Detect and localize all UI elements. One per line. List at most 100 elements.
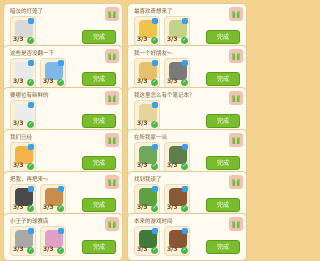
required-item: 3/3 ✓ <box>164 184 190 214</box>
quest-card: 最喜欢奇想来了 3/3 ✓ 3/3 ✓ 完成 <box>127 3 247 51</box>
required-item: 3/3 ✓ <box>134 184 160 214</box>
quantity-marker-icon <box>58 60 64 66</box>
gift-icon <box>229 91 243 105</box>
item-count: 3/3 <box>13 36 24 43</box>
required-item: 3/3 ✓ <box>10 58 36 88</box>
item-count: 3/3 <box>167 246 178 253</box>
check-icon: ✓ <box>181 37 188 44</box>
item-count: 3/3 <box>137 120 148 127</box>
item-count: 3/3 <box>137 78 148 85</box>
check-icon: ✓ <box>151 163 158 170</box>
complete-button[interactable]: 完成 <box>82 240 116 254</box>
required-item: 3/3 ✓ <box>134 100 160 130</box>
quantity-marker-icon <box>152 228 158 234</box>
quantity-marker-icon <box>152 186 158 192</box>
quest-title: 在所我家一派 <box>134 135 168 141</box>
gift-icon <box>229 217 243 231</box>
quest-items: 3/3 ✓ <box>10 142 36 174</box>
check-icon: ✓ <box>151 205 158 212</box>
item-count: 3/3 <box>167 162 178 169</box>
check-icon: ✓ <box>57 205 64 212</box>
quest-card: 我一个好朋友～ 3/3 ✓ 3/3 ✓ 完成 <box>127 45 247 93</box>
required-item: 3/3 ✓ <box>10 100 36 130</box>
check-icon: ✓ <box>27 37 34 44</box>
gift-icon <box>229 7 243 21</box>
quest-items: 3/3 ✓ 3/3 ✓ <box>10 184 66 216</box>
gift-icon <box>229 133 243 147</box>
gift-icon <box>105 91 119 105</box>
quantity-marker-icon <box>152 18 158 24</box>
item-count: 3/3 <box>13 204 24 211</box>
complete-button[interactable]: 完成 <box>82 72 116 86</box>
check-icon: ✓ <box>151 121 158 128</box>
complete-button[interactable]: 完成 <box>206 72 240 86</box>
quest-items: 3/3 ✓ <box>134 100 160 132</box>
quest-items: 3/3 ✓ 3/3 ✓ <box>134 58 190 90</box>
complete-button[interactable]: 完成 <box>82 114 116 128</box>
quest-card: 暗淡的灯笼了 3/3 ✓ 完成 <box>3 3 123 51</box>
quantity-marker-icon <box>28 60 34 66</box>
item-count: 3/3 <box>13 78 24 85</box>
quantity-marker-icon <box>152 60 158 66</box>
gift-icon <box>105 217 119 231</box>
quest-items: 3/3 ✓ 3/3 ✓ <box>10 58 66 90</box>
quest-items: 3/3 ✓ 3/3 ✓ <box>10 226 66 258</box>
check-icon: ✓ <box>181 247 188 254</box>
required-item: 3/3 ✓ <box>10 184 36 214</box>
required-item: 3/3 ✓ <box>10 226 36 256</box>
quest-title: 这些是否没翻一下 <box>10 51 55 57</box>
check-icon: ✓ <box>27 163 34 170</box>
required-item: 3/3 ✓ <box>134 16 160 46</box>
quest-items: 3/3 ✓ <box>10 100 36 132</box>
quest-items: 3/3 ✓ 3/3 ✓ <box>134 184 190 216</box>
complete-button[interactable]: 完成 <box>206 198 240 212</box>
quest-grid: 暗淡的灯笼了 3/3 ✓ 完成 最喜欢奇想来了 3/3 ✓ 3/3 ✓ 完成 这些是否没翻一下 3/3… <box>0 0 250 261</box>
complete-button[interactable]: 完成 <box>206 240 240 254</box>
quest-title: 本来的游戏时间 <box>134 219 173 225</box>
item-count: 3/3 <box>13 246 24 253</box>
required-item: 3/3 ✓ <box>10 16 36 46</box>
item-count: 3/3 <box>43 78 54 85</box>
quantity-marker-icon <box>182 60 188 66</box>
quest-card: 本来的游戏时间 3/3 ✓ 3/3 ✓ 完成 <box>127 213 247 261</box>
gift-icon <box>105 175 119 189</box>
complete-button[interactable]: 完成 <box>82 30 116 44</box>
required-item: 3/3 ✓ <box>10 142 36 172</box>
quantity-marker-icon <box>182 18 188 24</box>
check-icon: ✓ <box>151 247 158 254</box>
quest-card: 要哪位有新鲜的 3/3 ✓ 完成 <box>3 87 123 135</box>
complete-button[interactable]: 完成 <box>206 156 240 170</box>
complete-button[interactable]: 完成 <box>206 114 240 128</box>
required-item: 3/3 ✓ <box>40 184 66 214</box>
required-item: 3/3 ✓ <box>40 226 66 256</box>
gift-icon <box>105 49 119 63</box>
required-item: 3/3 ✓ <box>134 142 160 172</box>
required-item: 3/3 ✓ <box>164 58 190 88</box>
gift-icon <box>229 49 243 63</box>
complete-button[interactable]: 完成 <box>206 30 240 44</box>
complete-button[interactable]: 完成 <box>82 198 116 212</box>
quest-title: 把我，再把来～ <box>10 177 49 183</box>
quest-card: 在所我家一派 3/3 ✓ 3/3 ✓ 完成 <box>127 129 247 177</box>
item-count: 3/3 <box>167 36 178 43</box>
quest-card: 这些是否没翻一下 3/3 ✓ 3/3 ✓ 完成 <box>3 45 123 93</box>
quantity-marker-icon <box>182 186 188 192</box>
gift-icon <box>105 133 119 147</box>
required-item: 3/3 ✓ <box>164 226 190 256</box>
quest-items: 3/3 ✓ <box>10 16 36 48</box>
quest-card: 把我，再把来～ 3/3 ✓ 3/3 ✓ 完成 <box>3 171 123 219</box>
gift-icon <box>229 175 243 189</box>
complete-button[interactable]: 完成 <box>82 156 116 170</box>
quest-title: 我一个好朋友～ <box>134 51 173 57</box>
required-item: 3/3 ✓ <box>134 58 160 88</box>
quantity-marker-icon <box>28 102 34 108</box>
required-item: 3/3 ✓ <box>134 226 160 256</box>
quantity-marker-icon <box>152 144 158 150</box>
quest-card: 小王子的球赛店 3/3 ✓ 3/3 ✓ 完成 <box>3 213 123 261</box>
quest-items: 3/3 ✓ 3/3 ✓ <box>134 226 190 258</box>
quantity-marker-icon <box>58 186 64 192</box>
required-item: 3/3 ✓ <box>40 58 66 88</box>
quest-title: 找到我该了 <box>134 177 162 183</box>
check-icon: ✓ <box>181 163 188 170</box>
required-item: 3/3 ✓ <box>164 142 190 172</box>
